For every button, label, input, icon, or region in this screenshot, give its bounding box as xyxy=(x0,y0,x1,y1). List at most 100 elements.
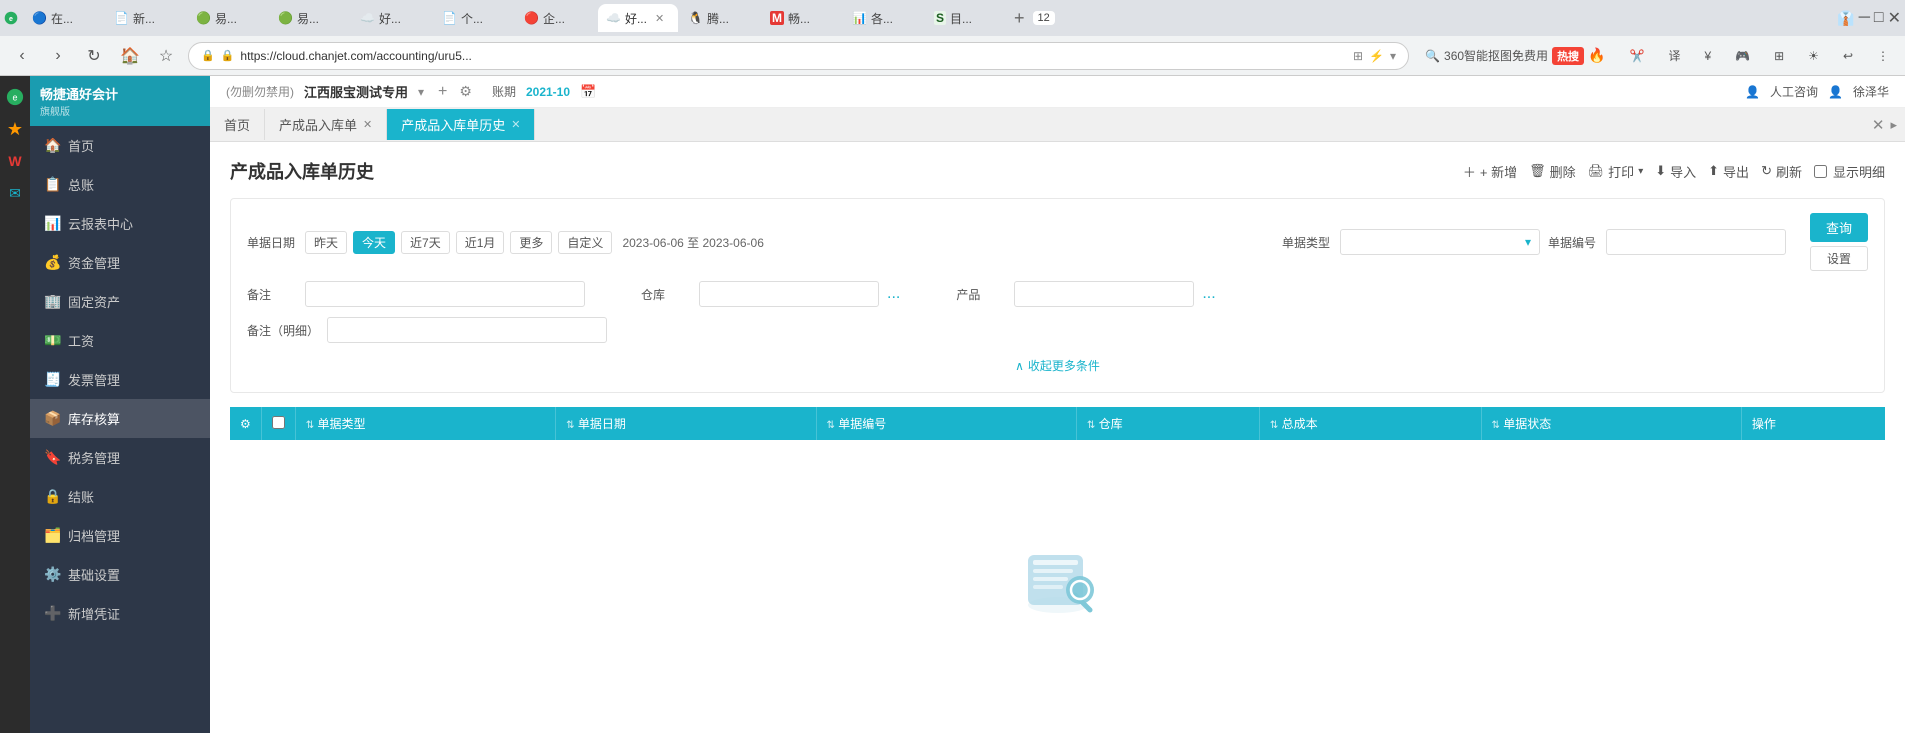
remark-filter-input[interactable] xyxy=(305,281,585,307)
tab-4[interactable]: 🟢 易... xyxy=(270,4,350,32)
bookmark-button[interactable]: ☆ xyxy=(152,42,180,70)
translate-tool[interactable]: 译 xyxy=(1660,42,1688,70)
tab-list[interactable]: 产成品入库单 ✕ xyxy=(265,109,387,140)
sidebar-item-tax[interactable]: 🔖 税务管理 xyxy=(30,438,210,477)
product-more-icon[interactable]: ... xyxy=(1202,285,1215,303)
close-window-button[interactable]: ✕ xyxy=(1888,8,1901,28)
maximize-button[interactable]: □ xyxy=(1874,8,1884,28)
tab-breadcrumb-home[interactable]: 首页 xyxy=(210,109,265,140)
sidebar-item-inventory[interactable]: 📦 库存核算 xyxy=(30,399,210,438)
th-cost[interactable]: ⇅ 总成本 xyxy=(1259,407,1481,440)
add-button[interactable]: ＋ + 新增 xyxy=(1463,162,1517,181)
tab-10[interactable]: M 畅... xyxy=(762,4,842,32)
tab-1[interactable]: 🔵 在... xyxy=(24,4,104,32)
product-filter-input[interactable] xyxy=(1014,281,1194,307)
th-type[interactable]: ⇅ 单据类型 xyxy=(295,407,555,440)
date-btn-custom[interactable]: 自定义 xyxy=(558,231,612,254)
layout-tool[interactable]: ⊞ xyxy=(1766,42,1792,70)
sidebar-item-home[interactable]: 🏠 首页 xyxy=(30,126,210,165)
tab-11[interactable]: 📊 各... xyxy=(844,4,924,32)
icon-sidebar-weibo[interactable]: W xyxy=(2,148,28,174)
sidebar-item-settings[interactable]: ⚙️ 基础设置 xyxy=(30,555,210,594)
home-nav-button[interactable]: 🏠 xyxy=(116,42,144,70)
warehouse-more-icon[interactable]: ... xyxy=(887,285,900,303)
warehouse-filter-input[interactable] xyxy=(699,281,879,307)
sidebar-item-assets[interactable]: 🏢 固定资产 xyxy=(30,282,210,321)
user-avatar-icon[interactable]: 👤 xyxy=(1828,85,1843,99)
minimize-button[interactable]: ─ xyxy=(1859,8,1870,28)
search-bar-360[interactable]: 🔍 360智能抠图免费用 热搜 🔥 xyxy=(1417,42,1613,70)
icon-sidebar-star[interactable]: ★ xyxy=(2,116,28,142)
number-filter-input[interactable] xyxy=(1606,229,1786,255)
import-button[interactable]: ⬇ 导入 xyxy=(1655,162,1696,181)
date-btn-7days[interactable]: 近7天 xyxy=(401,231,450,254)
sidebar-item-new-voucher[interactable]: ➕ 新增凭证 xyxy=(30,594,210,633)
th-date[interactable]: ⇅ 单据日期 xyxy=(556,407,816,440)
username[interactable]: 徐泽华 xyxy=(1853,83,1889,100)
collapse-row[interactable]: ∧ 收起更多条件 xyxy=(247,353,1868,378)
tab-3[interactable]: 🟢 易... xyxy=(188,4,268,32)
tab-history-close-icon[interactable]: ✕ xyxy=(511,118,520,131)
game-tool[interactable]: 🎮 xyxy=(1727,42,1758,70)
print-button[interactable]: 🖨 打印 ▾ xyxy=(1588,162,1644,181)
tab-2[interactable]: 📄 新... xyxy=(106,4,186,32)
sidebar-item-salary[interactable]: 💵 工资 xyxy=(30,321,210,360)
address-lightning[interactable]: ⚡ xyxy=(1369,49,1384,63)
browser-app-icon[interactable]: e xyxy=(4,11,18,25)
delete-button[interactable]: 🗑 删除 xyxy=(1529,162,1576,181)
panel-close-button[interactable]: ✕ xyxy=(1872,116,1885,134)
th-checkbox[interactable] xyxy=(261,407,295,440)
th-status[interactable]: ⇅ 单据状态 xyxy=(1481,407,1741,440)
date-btn-1month[interactable]: 近1月 xyxy=(456,231,505,254)
date-btn-today[interactable]: 今天 xyxy=(353,231,395,254)
period-calendar-icon[interactable]: 📅 xyxy=(580,84,596,100)
more-tool[interactable]: ⋮ xyxy=(1869,42,1897,70)
user-service[interactable]: 人工咨询 xyxy=(1770,83,1818,100)
address-dropdown[interactable]: ⊞ xyxy=(1353,49,1363,63)
detail-remark-input[interactable] xyxy=(327,317,607,343)
panel-more-button[interactable]: ▸ xyxy=(1890,117,1897,133)
date-btn-more[interactable]: 更多 xyxy=(510,231,552,254)
sidebar-item-close[interactable]: 🔒 结账 xyxy=(30,477,210,516)
icon-sidebar-home[interactable]: e xyxy=(2,84,28,110)
tab-12[interactable]: S 目... xyxy=(926,4,1006,32)
th-number[interactable]: ⇅ 单据编号 xyxy=(816,407,1076,440)
shirt-icon[interactable]: 👔 xyxy=(1837,8,1854,28)
tab-list-close-icon[interactable]: ✕ xyxy=(363,118,372,131)
address-chevron[interactable]: ▾ xyxy=(1390,49,1396,63)
date-btn-yesterday[interactable]: 昨天 xyxy=(305,231,347,254)
tab-9[interactable]: 🐧 腾... xyxy=(680,4,760,32)
user-service-icon[interactable]: 👤 xyxy=(1745,85,1760,99)
th-warehouse[interactable]: ⇅ 仓库 xyxy=(1076,407,1259,440)
sidebar-item-archive[interactable]: 🗂️ 归档管理 xyxy=(30,516,210,555)
column-settings-icon[interactable]: ⚙ xyxy=(240,417,251,431)
select-all-checkbox[interactable] xyxy=(272,416,285,429)
refresh-button[interactable]: ↻ 刷新 xyxy=(1761,162,1802,181)
tab-6[interactable]: 📄 个... xyxy=(434,4,514,32)
display-toggle[interactable]: 显示明细 xyxy=(1814,162,1885,181)
sidebar-item-funds[interactable]: 💰 资金管理 xyxy=(30,243,210,282)
scissors-tool[interactable]: ✂️ xyxy=(1622,42,1653,70)
display-checkbox[interactable] xyxy=(1814,165,1827,178)
sidebar-item-invoice[interactable]: 🧾 发票管理 xyxy=(30,360,210,399)
tab-5[interactable]: ☁️ 好... xyxy=(352,4,432,32)
address-bar[interactable]: 🔒 🔒 https://cloud.chanjet.com/accounting… xyxy=(188,42,1409,70)
back-button[interactable]: ‹ xyxy=(8,42,36,70)
sidebar-item-report[interactable]: 📊 云报表中心 xyxy=(30,204,210,243)
undo-tool[interactable]: ↩ xyxy=(1835,42,1861,70)
account-dropdown-icon[interactable]: ▾ xyxy=(418,85,424,99)
theme-tool[interactable]: ☀ xyxy=(1800,42,1827,70)
th-settings[interactable]: ⚙ xyxy=(230,407,261,440)
account-settings-icon[interactable]: ⚙ xyxy=(459,83,472,100)
sidebar-item-ledger[interactable]: 📋 总账 xyxy=(30,165,210,204)
tab-8-close[interactable]: ✕ xyxy=(655,12,664,25)
export-button[interactable]: ⬆ 导出 xyxy=(1708,162,1749,181)
tab-history[interactable]: 产成品入库单历史 ✕ xyxy=(387,109,535,140)
refresh-nav-button[interactable]: ↻ xyxy=(80,42,108,70)
filter-settings-button[interactable]: 设置 xyxy=(1810,246,1868,271)
query-button[interactable]: 查询 xyxy=(1810,213,1868,242)
tab-8[interactable]: ☁️ 好... ✕ xyxy=(598,4,678,32)
currency-tool[interactable]: ¥ xyxy=(1696,42,1719,70)
tab-7[interactable]: 🔴 企... xyxy=(516,4,596,32)
type-filter-select[interactable]: ▾ xyxy=(1340,229,1540,255)
